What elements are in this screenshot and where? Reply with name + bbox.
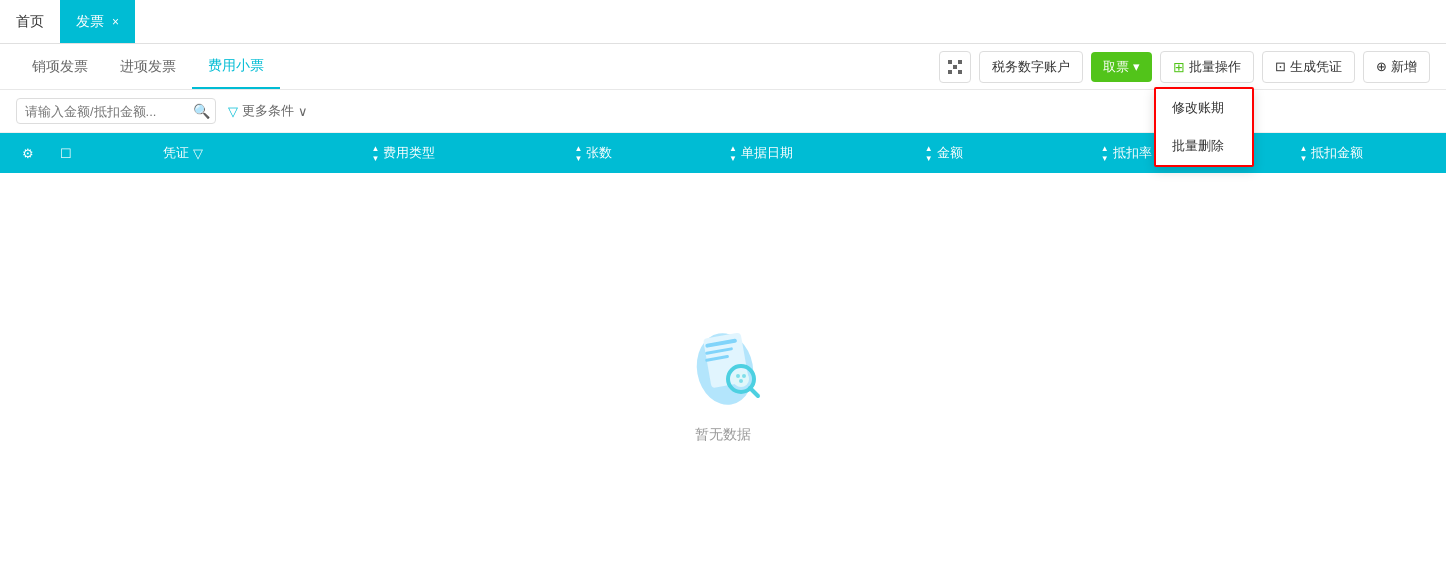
main-area: 销项发票 进项发票 费用小票 税务数字账户 取票 (0, 44, 1446, 584)
sub-tabs-bar: 销项发票 进项发票 费用小票 税务数字账户 取票 (0, 44, 1446, 90)
settings-icon: ⚙ (22, 146, 34, 161)
voucher-filter-icon[interactable]: ▽ (193, 146, 203, 161)
th-count: ▲▼ 张数 (525, 144, 662, 163)
th-deduction-amount-label: 抵扣金额 (1311, 144, 1363, 162)
th-date-label: 单据日期 (741, 144, 793, 162)
tab-expense-receipt[interactable]: 费用小票 (192, 44, 280, 89)
dropdown-item-batch-delete[interactable]: 批量删除 (1156, 127, 1252, 165)
empty-state: 暂无数据 (0, 173, 1446, 584)
svg-point-10 (739, 379, 743, 383)
th-expense-type-label: 费用类型 (383, 144, 435, 162)
tax-account-button[interactable]: 税务数字账户 (979, 51, 1083, 83)
count-sort[interactable]: ▲▼ (575, 144, 583, 163)
th-amount-label: 金额 (937, 144, 963, 162)
th-voucher: 凭证 ▽ (84, 144, 282, 162)
dropdown-item-change-period[interactable]: 修改账期 (1156, 89, 1252, 127)
invoice-tab-label: 发票 (76, 13, 104, 31)
more-conditions-button[interactable]: ▽ 更多条件 ∨ (228, 102, 308, 120)
get-ticket-button[interactable]: 取票 ▾ (1091, 52, 1152, 82)
expense-type-sort[interactable]: ▲▼ (371, 144, 379, 163)
invoice-tab-close[interactable]: × (112, 15, 119, 29)
batch-operations-button[interactable]: ⊞ 批量操作 (1160, 51, 1254, 83)
svg-point-8 (736, 374, 740, 378)
tab-purchase-invoice[interactable]: 进项发票 (104, 44, 192, 89)
generate-label: 生成凭证 (1290, 58, 1342, 76)
deduction-rate-sort[interactable]: ▲▼ (1101, 144, 1109, 163)
get-ticket-label: 取票 (1103, 58, 1129, 76)
batch-label: 批量操作 (1189, 58, 1241, 76)
search-icon[interactable]: 🔍 (193, 103, 210, 119)
home-tab[interactable]: 首页 (0, 0, 60, 43)
qr-icon (948, 60, 962, 74)
th-date: ▲▼ 单据日期 (662, 144, 860, 163)
sub-tabs-left: 销项发票 进项发票 费用小票 (16, 44, 280, 89)
top-nav: 首页 发票 × (0, 0, 1446, 44)
add-icon: ⊕ (1376, 59, 1387, 74)
more-conditions-label: 更多条件 (242, 102, 294, 120)
toolbar-right: 税务数字账户 取票 ▾ ⊞ 批量操作 修改账期 批量删除 ⊡ (939, 51, 1430, 83)
th-deduction-amount: ▲▼ 抵扣金额 (1225, 144, 1438, 163)
batch-dropdown-menu: 修改账期 批量删除 (1154, 87, 1254, 167)
tab-sales-invoice[interactable]: 销项发票 (16, 44, 104, 89)
qr-code-button[interactable] (939, 51, 971, 83)
search-input[interactable] (25, 104, 193, 119)
deduction-amount-sort[interactable]: ▲▼ (1300, 144, 1308, 163)
th-checkbox[interactable]: ☐ (48, 146, 84, 161)
th-deduction-rate-label: 抵扣率 (1113, 144, 1152, 162)
svg-point-9 (742, 374, 746, 378)
batch-operations-container: ⊞ 批量操作 修改账期 批量删除 (1160, 51, 1254, 83)
th-amount: ▲▼ 金额 (860, 144, 1027, 163)
empty-state-text: 暂无数据 (695, 426, 751, 444)
date-sort[interactable]: ▲▼ (729, 144, 737, 163)
more-conditions-arrow: ∨ (298, 104, 308, 119)
generate-voucher-button[interactable]: ⊡ 生成凭证 (1262, 51, 1355, 83)
checkbox-icon: ☐ (60, 146, 72, 161)
svg-line-7 (750, 388, 758, 396)
th-voucher-label: 凭证 (163, 144, 189, 162)
batch-icon: ⊞ (1173, 59, 1185, 75)
add-button[interactable]: ⊕ 新增 (1363, 51, 1430, 83)
search-input-wrapper[interactable]: 🔍 (16, 98, 216, 124)
generate-icon: ⊡ (1275, 59, 1286, 74)
th-count-label: 张数 (586, 144, 612, 162)
add-label: 新增 (1391, 58, 1417, 76)
th-expense-type: ▲▼ 费用类型 (282, 144, 525, 163)
empty-state-icon (673, 314, 773, 414)
filter-icon: ▽ (228, 104, 238, 119)
get-ticket-arrow: ▾ (1133, 59, 1140, 74)
th-settings[interactable]: ⚙ (8, 146, 48, 161)
invoice-tab[interactable]: 发票 × (60, 0, 135, 43)
amount-sort[interactable]: ▲▼ (925, 144, 933, 163)
